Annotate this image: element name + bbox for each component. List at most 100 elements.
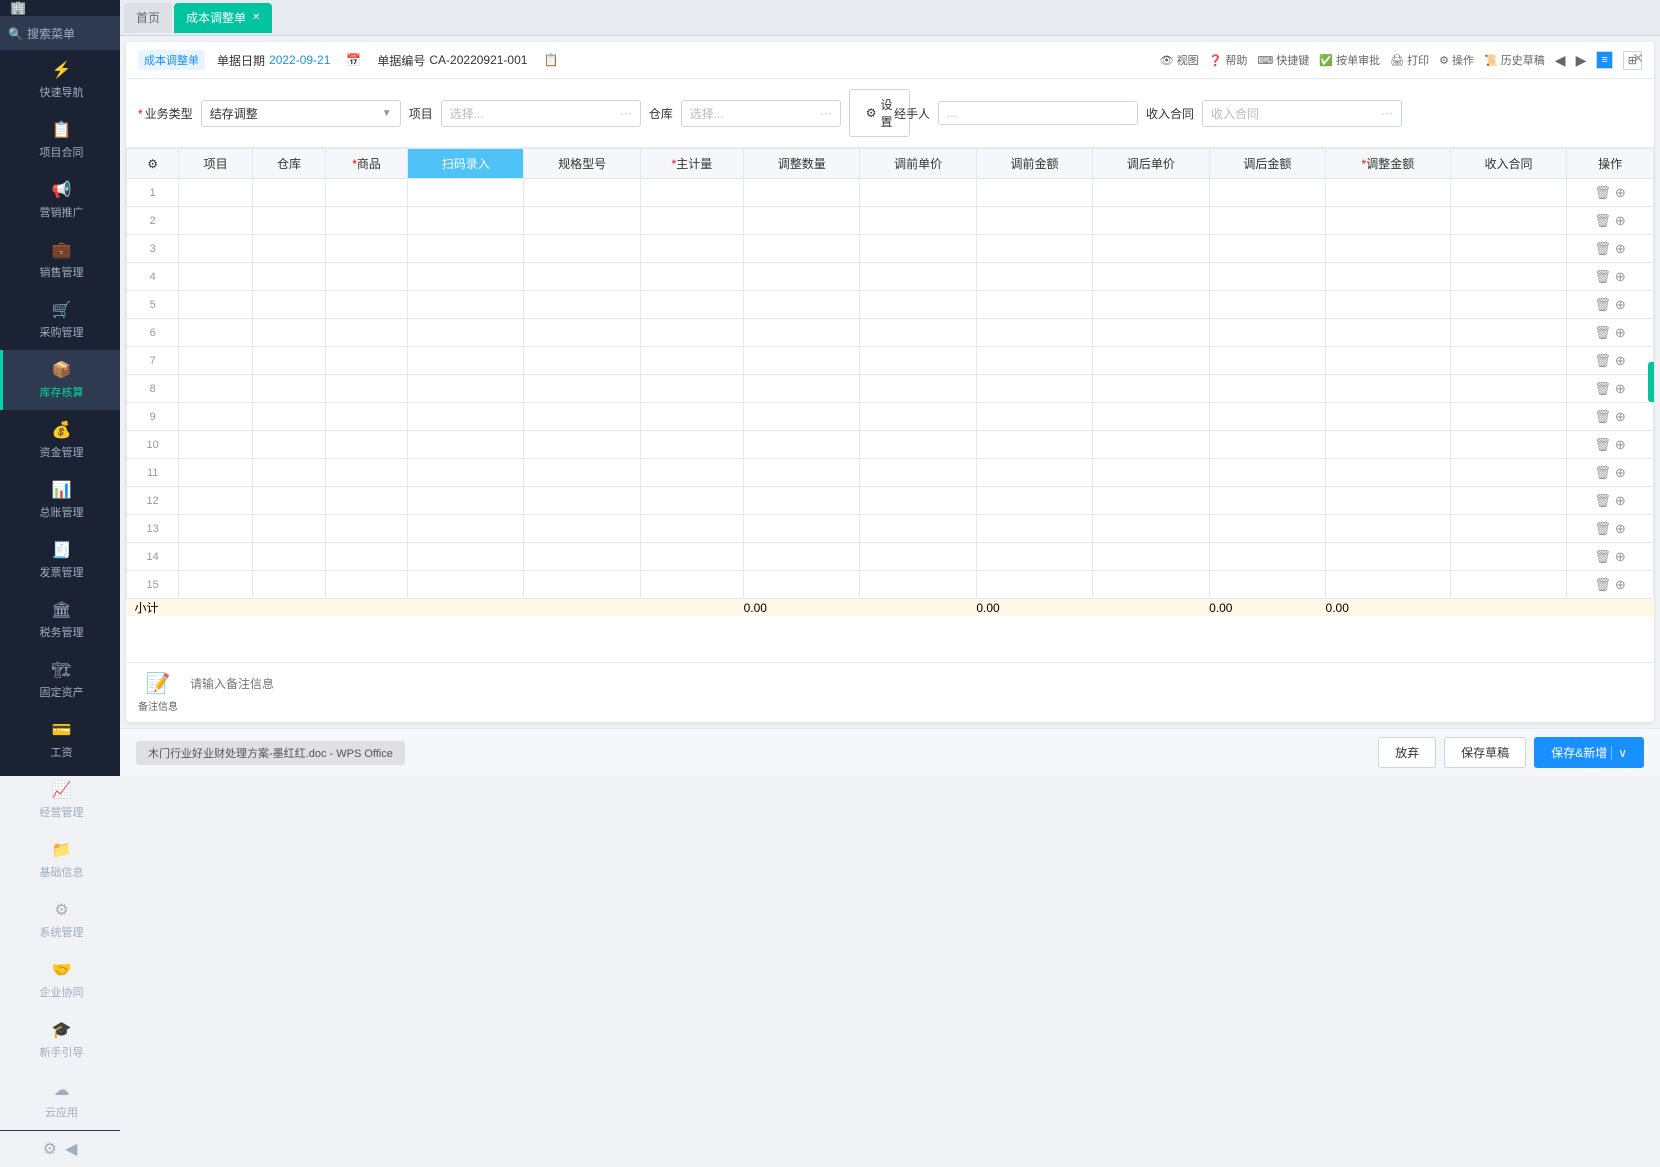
cell-scan[interactable]	[408, 375, 524, 403]
sidebar-item-inventory[interactable]: 📦库存核算	[0, 350, 120, 410]
cell-before-amount[interactable]	[976, 515, 1092, 543]
cell-adjust-qty[interactable]	[744, 179, 860, 207]
save-draft-button[interactable]: 保存草稿	[1444, 737, 1526, 768]
row-copy-icon[interactable]: ⊕	[1615, 437, 1626, 453]
cell-goods[interactable]	[326, 179, 408, 207]
warehouse-more[interactable]: ···	[820, 106, 832, 120]
cell-adjust-amount[interactable]	[1326, 403, 1451, 431]
cell-after-amount[interactable]	[1209, 431, 1325, 459]
sidebar-item-cloud-app[interactable]: ☁云应用	[0, 1070, 120, 1130]
cell-after-price[interactable]	[1093, 375, 1209, 403]
cell-adjust-amount[interactable]	[1326, 235, 1451, 263]
cell-after-price[interactable]	[1093, 431, 1209, 459]
cell-adjust-amount[interactable]	[1326, 459, 1451, 487]
cell-before-amount[interactable]	[976, 235, 1092, 263]
cell-unit[interactable]	[640, 319, 743, 347]
cell-goods[interactable]	[326, 235, 408, 263]
row-delete-icon[interactable]: 🗑	[1594, 185, 1611, 201]
cell-before-price[interactable]	[860, 375, 976, 403]
cell-revenue-contract[interactable]	[1450, 319, 1566, 347]
cell-scan[interactable]	[408, 571, 524, 599]
cell-revenue-contract[interactable]	[1450, 515, 1566, 543]
cell-after-amount[interactable]	[1209, 207, 1325, 235]
cell-scan[interactable]	[408, 263, 524, 291]
cell-after-amount[interactable]	[1209, 179, 1325, 207]
cell-warehouse[interactable]	[252, 263, 325, 291]
cell-spec[interactable]	[524, 459, 640, 487]
cell-before-price[interactable]	[860, 347, 976, 375]
notes-icon-section[interactable]: 📝 备注信息	[138, 671, 178, 713]
cell-unit[interactable]	[640, 543, 743, 571]
cell-revenue-contract[interactable]	[1450, 459, 1566, 487]
cell-spec[interactable]	[524, 207, 640, 235]
cell-before-amount[interactable]	[976, 319, 1092, 347]
cell-scan[interactable]	[408, 403, 524, 431]
cell-spec[interactable]	[524, 375, 640, 403]
tab-home[interactable]: 首页	[124, 3, 172, 33]
sidebar-item-ledger[interactable]: 📊总账管理	[0, 470, 120, 530]
cell-warehouse[interactable]	[252, 235, 325, 263]
cell-adjust-amount[interactable]	[1326, 487, 1451, 515]
row-copy-icon[interactable]: ⊕	[1615, 269, 1626, 285]
cell-after-price[interactable]	[1093, 459, 1209, 487]
cell-before-price[interactable]	[860, 291, 976, 319]
cell-adjust-qty[interactable]	[744, 375, 860, 403]
cell-before-amount[interactable]	[976, 375, 1092, 403]
settings-icon[interactable]: ⚙	[43, 1139, 57, 1159]
cell-warehouse[interactable]	[252, 347, 325, 375]
cell-spec[interactable]	[524, 571, 640, 599]
cell-before-price[interactable]	[860, 179, 976, 207]
cell-before-amount[interactable]	[976, 263, 1092, 291]
cell-after-price[interactable]	[1093, 515, 1209, 543]
row-copy-icon[interactable]: ⊕	[1615, 549, 1626, 565]
cell-revenue-contract[interactable]	[1450, 403, 1566, 431]
cell-project[interactable]	[179, 291, 252, 319]
cell-revenue-contract[interactable]	[1450, 263, 1566, 291]
cell-warehouse[interactable]	[252, 515, 325, 543]
cell-before-price[interactable]	[860, 515, 976, 543]
cell-adjust-amount[interactable]	[1326, 431, 1451, 459]
action-view[interactable]: 👁 视图	[1160, 52, 1199, 68]
cell-spec[interactable]	[524, 263, 640, 291]
cell-project[interactable]	[179, 431, 252, 459]
cell-before-price[interactable]	[860, 431, 976, 459]
cell-revenue-contract[interactable]	[1450, 347, 1566, 375]
col-scan[interactable]: 扫码录入	[408, 149, 524, 179]
cell-scan[interactable]	[408, 543, 524, 571]
cell-goods[interactable]	[326, 347, 408, 375]
row-copy-icon[interactable]: ⊕	[1615, 185, 1626, 201]
row-delete-icon[interactable]: 🗑	[1594, 549, 1611, 565]
row-delete-icon[interactable]: 🗑	[1594, 213, 1611, 229]
row-delete-icon[interactable]: 🗑	[1594, 297, 1611, 313]
cell-goods[interactable]	[326, 459, 408, 487]
cell-goods[interactable]	[326, 319, 408, 347]
cell-after-price[interactable]	[1093, 235, 1209, 263]
cell-adjust-amount[interactable]	[1326, 263, 1451, 291]
cell-unit[interactable]	[640, 515, 743, 543]
sidebar-item-ops-mgmt[interactable]: 📈经营管理	[0, 770, 120, 830]
cell-before-amount[interactable]	[976, 347, 1092, 375]
tab-close-icon[interactable]: ✕	[252, 12, 260, 23]
cell-project[interactable]	[179, 543, 252, 571]
project-more[interactable]: ···	[620, 106, 632, 120]
row-delete-icon[interactable]: 🗑	[1594, 465, 1611, 481]
row-copy-icon[interactable]: ⊕	[1615, 465, 1626, 481]
cell-project[interactable]	[179, 515, 252, 543]
revenue-contract-input[interactable]: 收入合同 ···	[1202, 100, 1402, 127]
taskbar-item[interactable]: 木门行业好业财处理方案-墨红红.doc - WPS Office	[136, 741, 405, 765]
row-delete-icon[interactable]: 🗑	[1594, 353, 1611, 369]
cell-project[interactable]	[179, 179, 252, 207]
cell-project[interactable]	[179, 207, 252, 235]
cell-adjust-qty[interactable]	[744, 459, 860, 487]
cell-revenue-contract[interactable]	[1450, 543, 1566, 571]
row-copy-icon[interactable]: ⊕	[1615, 241, 1626, 257]
cell-warehouse[interactable]	[252, 403, 325, 431]
cell-after-price[interactable]	[1093, 571, 1209, 599]
cell-project[interactable]	[179, 263, 252, 291]
cell-spec[interactable]	[524, 403, 640, 431]
sidebar-item-company[interactable]: 🤝企业协同	[0, 950, 120, 1010]
cell-before-price[interactable]	[860, 403, 976, 431]
cell-after-amount[interactable]	[1209, 515, 1325, 543]
cell-warehouse[interactable]	[252, 291, 325, 319]
cell-unit[interactable]	[640, 235, 743, 263]
